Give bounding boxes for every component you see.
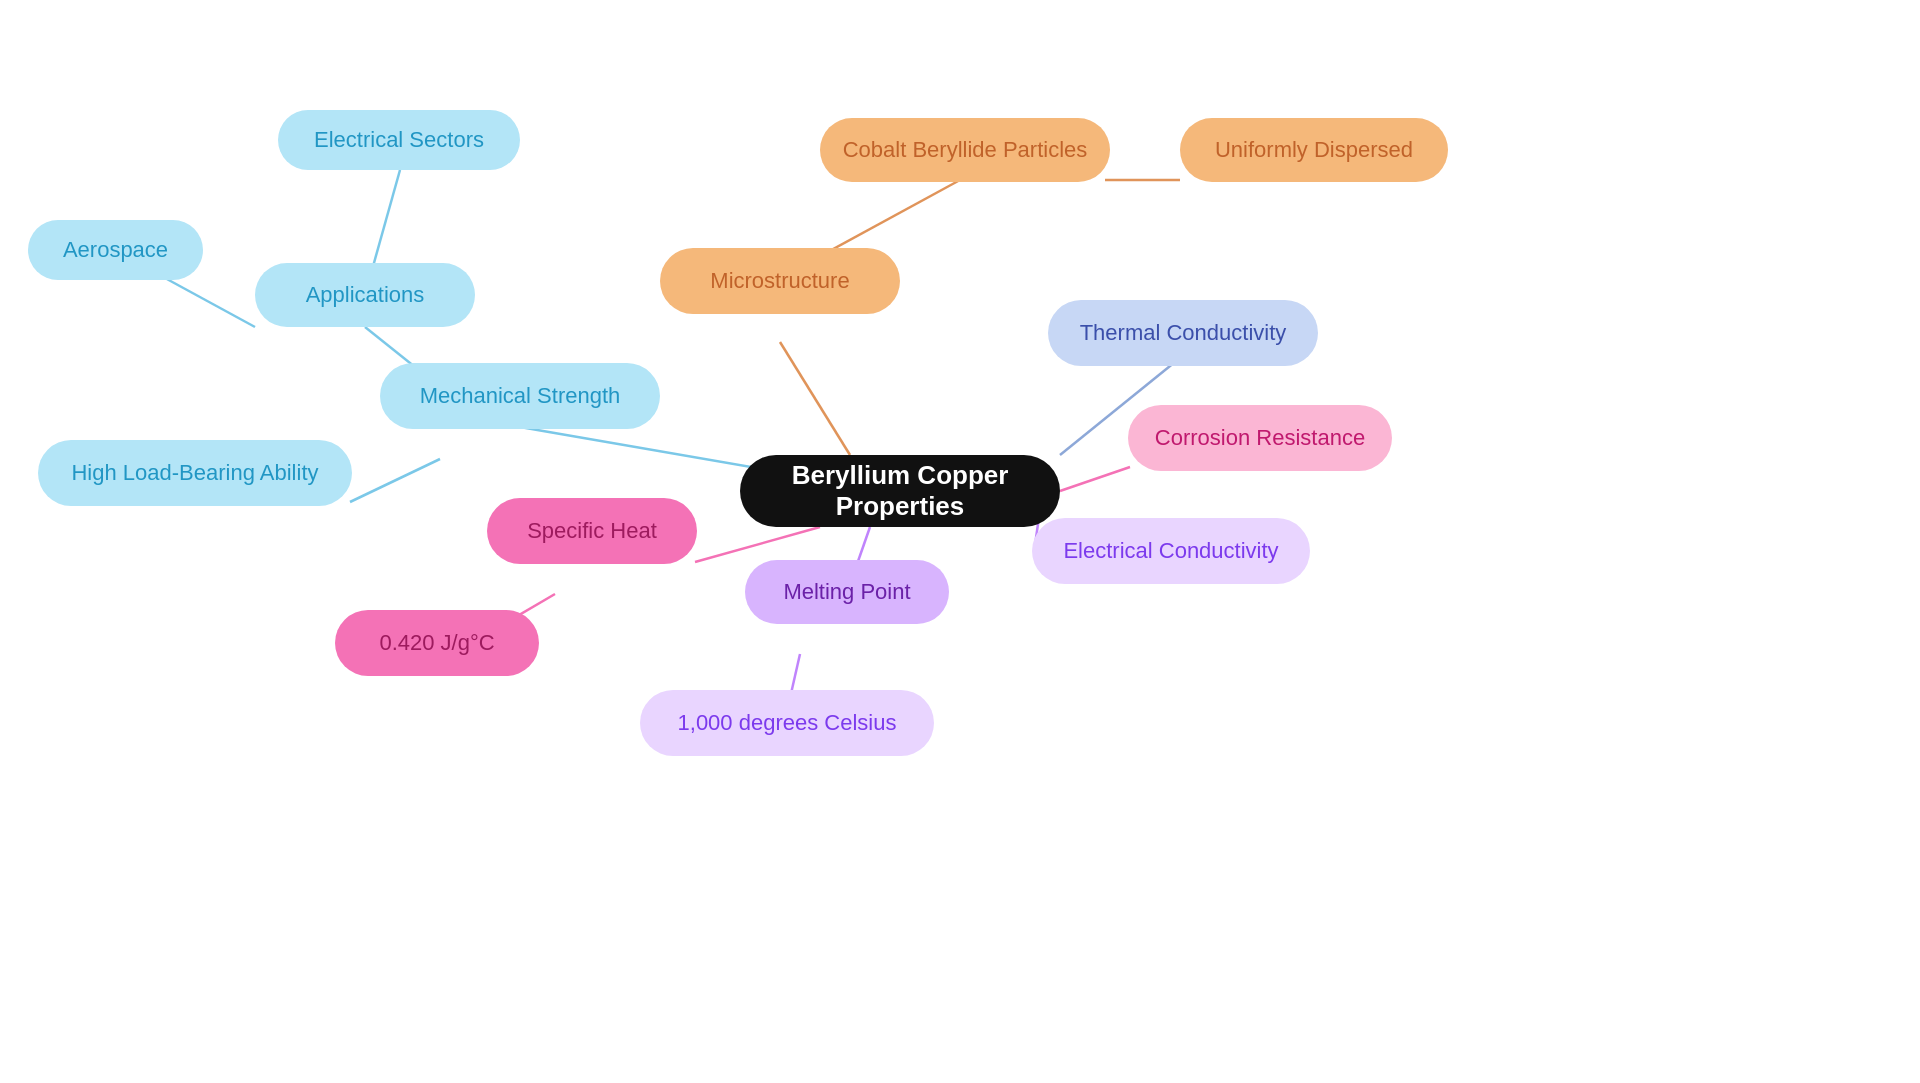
high-load-label: High Load-Bearing Ability: [71, 460, 318, 486]
svg-line-5: [780, 342, 850, 455]
mechanical-strength-label: Mechanical Strength: [420, 383, 621, 409]
center-label: Beryllium Copper Properties: [760, 460, 1040, 522]
electrical-conductivity-label: Electrical Conductivity: [1063, 538, 1278, 564]
specific-heat-label: Specific Heat: [527, 518, 657, 544]
melting-point-value-node[interactable]: 1,000 degrees Celsius: [640, 690, 934, 756]
electrical-conductivity-node[interactable]: Electrical Conductivity: [1032, 518, 1310, 584]
thermal-conductivity-label: Thermal Conductivity: [1080, 320, 1287, 346]
electrical-sectors-node[interactable]: Electrical Sectors: [278, 110, 520, 170]
specific-heat-value-node[interactable]: 0.420 J/g°C: [335, 610, 539, 676]
specific-heat-value-label: 0.420 J/g°C: [379, 630, 494, 656]
center-node[interactable]: Beryllium Copper Properties: [740, 455, 1060, 527]
svg-line-9: [1060, 467, 1130, 491]
electrical-sectors-label: Electrical Sectors: [314, 127, 484, 153]
specific-heat-node[interactable]: Specific Heat: [487, 498, 697, 564]
high-load-node[interactable]: High Load-Bearing Ability: [38, 440, 352, 506]
thermal-conductivity-node[interactable]: Thermal Conductivity: [1048, 300, 1318, 366]
microstructure-node[interactable]: Microstructure: [660, 248, 900, 314]
microstructure-label: Microstructure: [710, 268, 849, 294]
uniformly-dispersed-node[interactable]: Uniformly Dispersed: [1180, 118, 1448, 182]
cobalt-beryllide-node[interactable]: Cobalt Beryllide Particles: [820, 118, 1110, 182]
cobalt-beryllide-label: Cobalt Beryllide Particles: [843, 137, 1088, 163]
melting-point-value-label: 1,000 degrees Celsius: [678, 710, 897, 736]
aerospace-label: Aerospace: [63, 237, 168, 263]
svg-line-3: [165, 278, 255, 327]
svg-line-11: [695, 527, 820, 562]
melting-point-node[interactable]: Melting Point: [745, 560, 949, 624]
applications-node[interactable]: Applications: [255, 263, 475, 327]
corrosion-resistance-node[interactable]: Corrosion Resistance: [1128, 405, 1392, 471]
svg-line-4: [350, 459, 440, 502]
applications-label: Applications: [306, 282, 425, 308]
uniformly-dispersed-label: Uniformly Dispersed: [1215, 137, 1413, 163]
corrosion-resistance-label: Corrosion Resistance: [1155, 425, 1365, 451]
mechanical-strength-node[interactable]: Mechanical Strength: [380, 363, 660, 429]
aerospace-node[interactable]: Aerospace: [28, 220, 203, 280]
melting-point-label: Melting Point: [783, 579, 910, 605]
